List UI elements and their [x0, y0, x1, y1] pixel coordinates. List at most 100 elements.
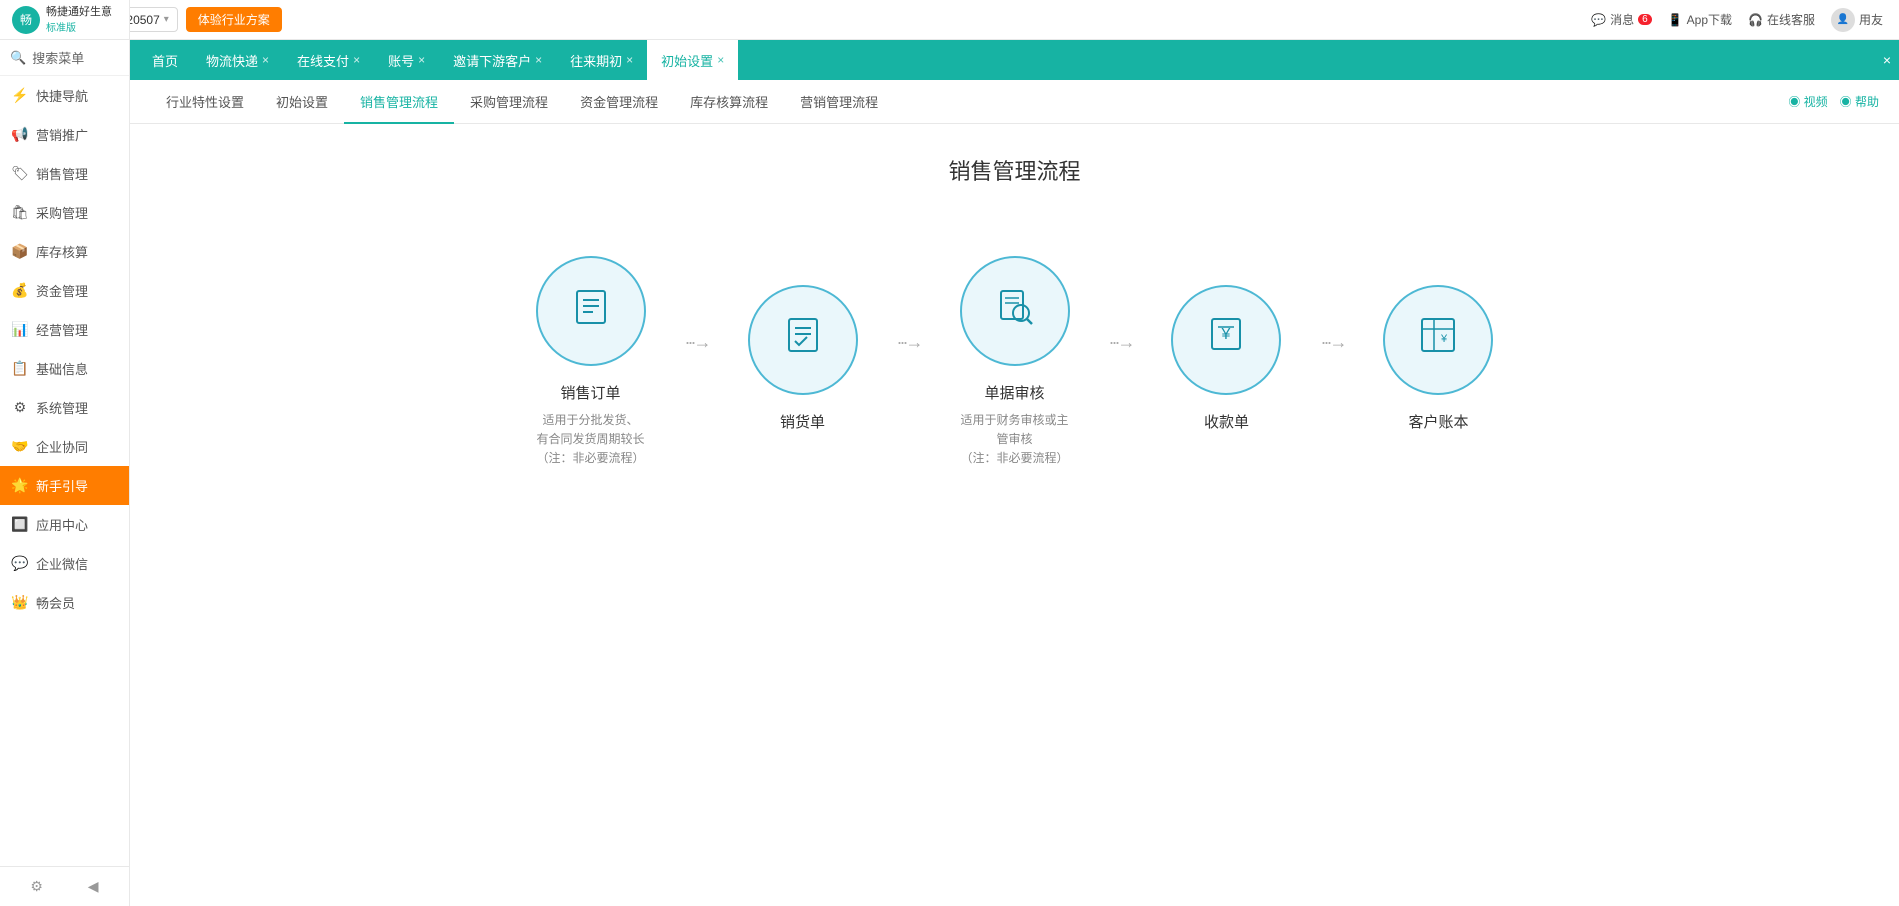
nav-tab-payment[interactable]: 在线支付 × [283, 40, 374, 80]
main-content: 行业特性设置 初始设置销售管理流程采购管理流程资金管理流程库存核算流程营销管理流程… [130, 80, 1899, 906]
sidebar-item-label: 企业微信 [36, 554, 88, 573]
sub-tab-industry[interactable]: 行业特性设置 [150, 80, 260, 124]
flow-chart: 销售订单 适用于分批发货、有合同发货周期较长（注：非必要流程） ···→ 销货单… [170, 236, 1859, 489]
sub-tab-purchase-flow[interactable]: 采购管理流程 [454, 80, 564, 124]
logo-app-name: 畅捷通好生意 [46, 5, 112, 19]
enterprise-wechat-icon: 💬 [12, 556, 28, 572]
sales-icon: 🏷 [12, 166, 28, 182]
nav-tab-label: 账号 [388, 51, 414, 70]
flow-circle-icon-sales-order [571, 287, 611, 336]
operations-icon: 📊 [12, 322, 28, 338]
svg-text:¥: ¥ [1440, 333, 1448, 345]
user-menu-btn[interactable]: 👤 用友 [1831, 8, 1883, 32]
logo-icon: 畅 [12, 6, 40, 34]
sidebar-item-label: 基础信息 [36, 359, 88, 378]
sidebar-item-label: 应用中心 [36, 515, 88, 534]
logo-version: 标准版 [46, 19, 112, 34]
sub-tab-sales-flow[interactable]: 销售管理流程 [344, 80, 454, 124]
sub-tab-label: 库存核算流程 [690, 92, 768, 111]
nav-tab-label: 首页 [152, 51, 178, 70]
flow-node-sales-order[interactable]: 销售订单 适用于分批发货、有合同发货周期较长（注：非必要流程） [501, 256, 681, 469]
sidebar: 畅 畅捷通好生意 标准版 🔍 搜索菜单 ⚡ 快捷导航 📢 营销推广 🏷 销售管理… [0, 0, 130, 906]
nav-tab-account[interactable]: 账号 × [374, 40, 439, 80]
flow-circle-icon-doc-review [995, 287, 1035, 336]
sub-tab-inventory-flow[interactable]: 库存核算流程 [674, 80, 784, 124]
nav-tab-close-history[interactable]: × [626, 53, 633, 67]
app-download-btn[interactable]: 📱 App下载 [1668, 11, 1732, 28]
basic-icon: 📋 [12, 361, 28, 377]
sub-tab-label: 初始设置 [276, 92, 328, 111]
sidebar-item-quick[interactable]: ⚡ 快捷导航 [0, 76, 129, 115]
nav-tab-label: 在线支付 [297, 51, 349, 70]
sidebar-item-app-center[interactable]: 🔲 应用中心 [0, 505, 129, 544]
sidebar-item-marketing-promo[interactable]: 📢 营销推广 [0, 115, 129, 154]
video-link[interactable]: ◉ 视频 [1788, 93, 1827, 110]
collapse-btn[interactable]: ◀ [88, 878, 99, 895]
sidebar-item-finance[interactable]: 💰 资金管理 [0, 271, 129, 310]
search-menu[interactable]: 🔍 搜索菜单 [0, 40, 129, 76]
marketing-promo-icon: 📢 [12, 127, 28, 143]
headset-icon: 🎧 [1748, 13, 1763, 27]
nav-tab-logistics[interactable]: 物流快递× [192, 40, 283, 80]
nav-tab-close-payment[interactable]: × [353, 53, 360, 67]
message-label: 消息 [1610, 11, 1634, 28]
nav-tabs-close-all[interactable]: × [1883, 52, 1891, 68]
nav-tab-label: 邀请下游客户 [453, 51, 531, 70]
nav-tab-close-logistics[interactable]: × [262, 53, 269, 67]
sidebar-item-enterprise-collab[interactable]: 🤝 企业协同 [0, 427, 129, 466]
flow-circle-sales-delivery [748, 285, 858, 395]
sub-tabs: 行业特性设置 初始设置销售管理流程采购管理流程资金管理流程库存核算流程营销管理流程… [130, 80, 1899, 124]
online-service-btn[interactable]: 🎧 在线客服 [1748, 11, 1815, 28]
sidebar-item-label: 系统管理 [36, 398, 88, 417]
settings-bottom-btn[interactable]: ⚙ [30, 878, 43, 895]
flow-arrow-arrow2: ···→ [897, 331, 921, 394]
nav-tab-label: 初始设置 [661, 51, 713, 70]
sidebar-item-sales[interactable]: 🏷 销售管理 [0, 154, 129, 193]
nav-tab-invite[interactable]: 邀请下游客户 × [439, 40, 556, 80]
nav-tab-close-account[interactable]: × [418, 53, 425, 67]
sidebar-item-label: 销售管理 [36, 164, 88, 183]
flow-node-desc: 适用于分批发货、有合同发货周期较长（注：非必要流程） [537, 411, 645, 469]
sub-tab-init-settings[interactable]: 初始设置 [260, 80, 344, 124]
sidebar-item-basic[interactable]: 📋 基础信息 [0, 349, 129, 388]
sidebar-item-inventory[interactable]: 📦 库存核算 [0, 232, 129, 271]
sidebar-item-enterprise-wechat[interactable]: 💬 企业微信 [0, 544, 129, 583]
nav-tab-close-init[interactable]: × [717, 53, 724, 67]
trial-btn[interactable]: 体验行业方案 [186, 7, 282, 32]
flow-node-doc-review[interactable]: 单据审核 适用于财务审核或主管审核（注：非必要流程） [925, 256, 1105, 469]
sub-tab-marketing-flow[interactable]: 营销管理流程 [784, 80, 894, 124]
search-icon: 🔍 [10, 50, 26, 66]
flow-node-customer-ledger[interactable]: ¥ 客户账本 [1348, 285, 1528, 440]
sidebar-item-purchase[interactable]: 🛍 采购管理 [0, 193, 129, 232]
system-icon: ⚙ [12, 400, 28, 416]
sub-tab-finance-flow[interactable]: 资金管理流程 [564, 80, 674, 124]
nav-tab-close-invite[interactable]: × [535, 53, 542, 67]
sub-tab-label: 行业特性设置 [166, 92, 244, 111]
message-btn[interactable]: 💬 消息 6 [1591, 11, 1652, 28]
chevron-down-icon: ▾ [164, 14, 169, 25]
svg-text:畅: 畅 [20, 13, 32, 27]
sidebar-item-label: 库存核算 [36, 242, 88, 261]
svg-text:¥: ¥ [1221, 326, 1231, 343]
member-icon: 👑 [12, 595, 28, 611]
flow-node-title: 销售订单 [561, 382, 621, 403]
sidebar-logo: 畅 畅捷通好生意 标准版 [0, 0, 129, 40]
top-bar-right: 💬 消息 6 📱 App下载 🎧 在线客服 👤 用友 [1591, 8, 1883, 32]
sidebar-item-system[interactable]: ⚙ 系统管理 [0, 388, 129, 427]
flow-node-sales-delivery[interactable]: 销货单 [713, 285, 893, 440]
nav-tab-history[interactable]: 往来期初× [556, 40, 647, 80]
nav-tab-init[interactable]: 初始设置 × [647, 40, 738, 80]
flow-node-receipt[interactable]: ¥ 收款单 [1136, 285, 1316, 440]
sidebar-item-member[interactable]: 👑 畅会员 [0, 583, 129, 622]
nav-tab-home[interactable]: 首页 [138, 40, 192, 80]
sidebar-item-newbie[interactable]: 🌟 新手引导 [0, 466, 129, 505]
finance-icon: 💰 [12, 283, 28, 299]
flow-node-title: 客户账本 [1408, 411, 1468, 432]
help-link[interactable]: ◉ 帮助 [1840, 93, 1879, 110]
app-download-label: App下载 [1687, 11, 1732, 28]
sidebar-item-operations[interactable]: 📊 经营管理 [0, 310, 129, 349]
top-bar: 用户690企业1660120507 ▾ 体验行业方案 💬 消息 6 📱 App下… [0, 0, 1899, 40]
flow-arrow-arrow4: ···→ [1320, 331, 1344, 394]
sidebar-item-label: 经营管理 [36, 320, 88, 339]
flow-circle-icon-sales-delivery [783, 315, 823, 364]
